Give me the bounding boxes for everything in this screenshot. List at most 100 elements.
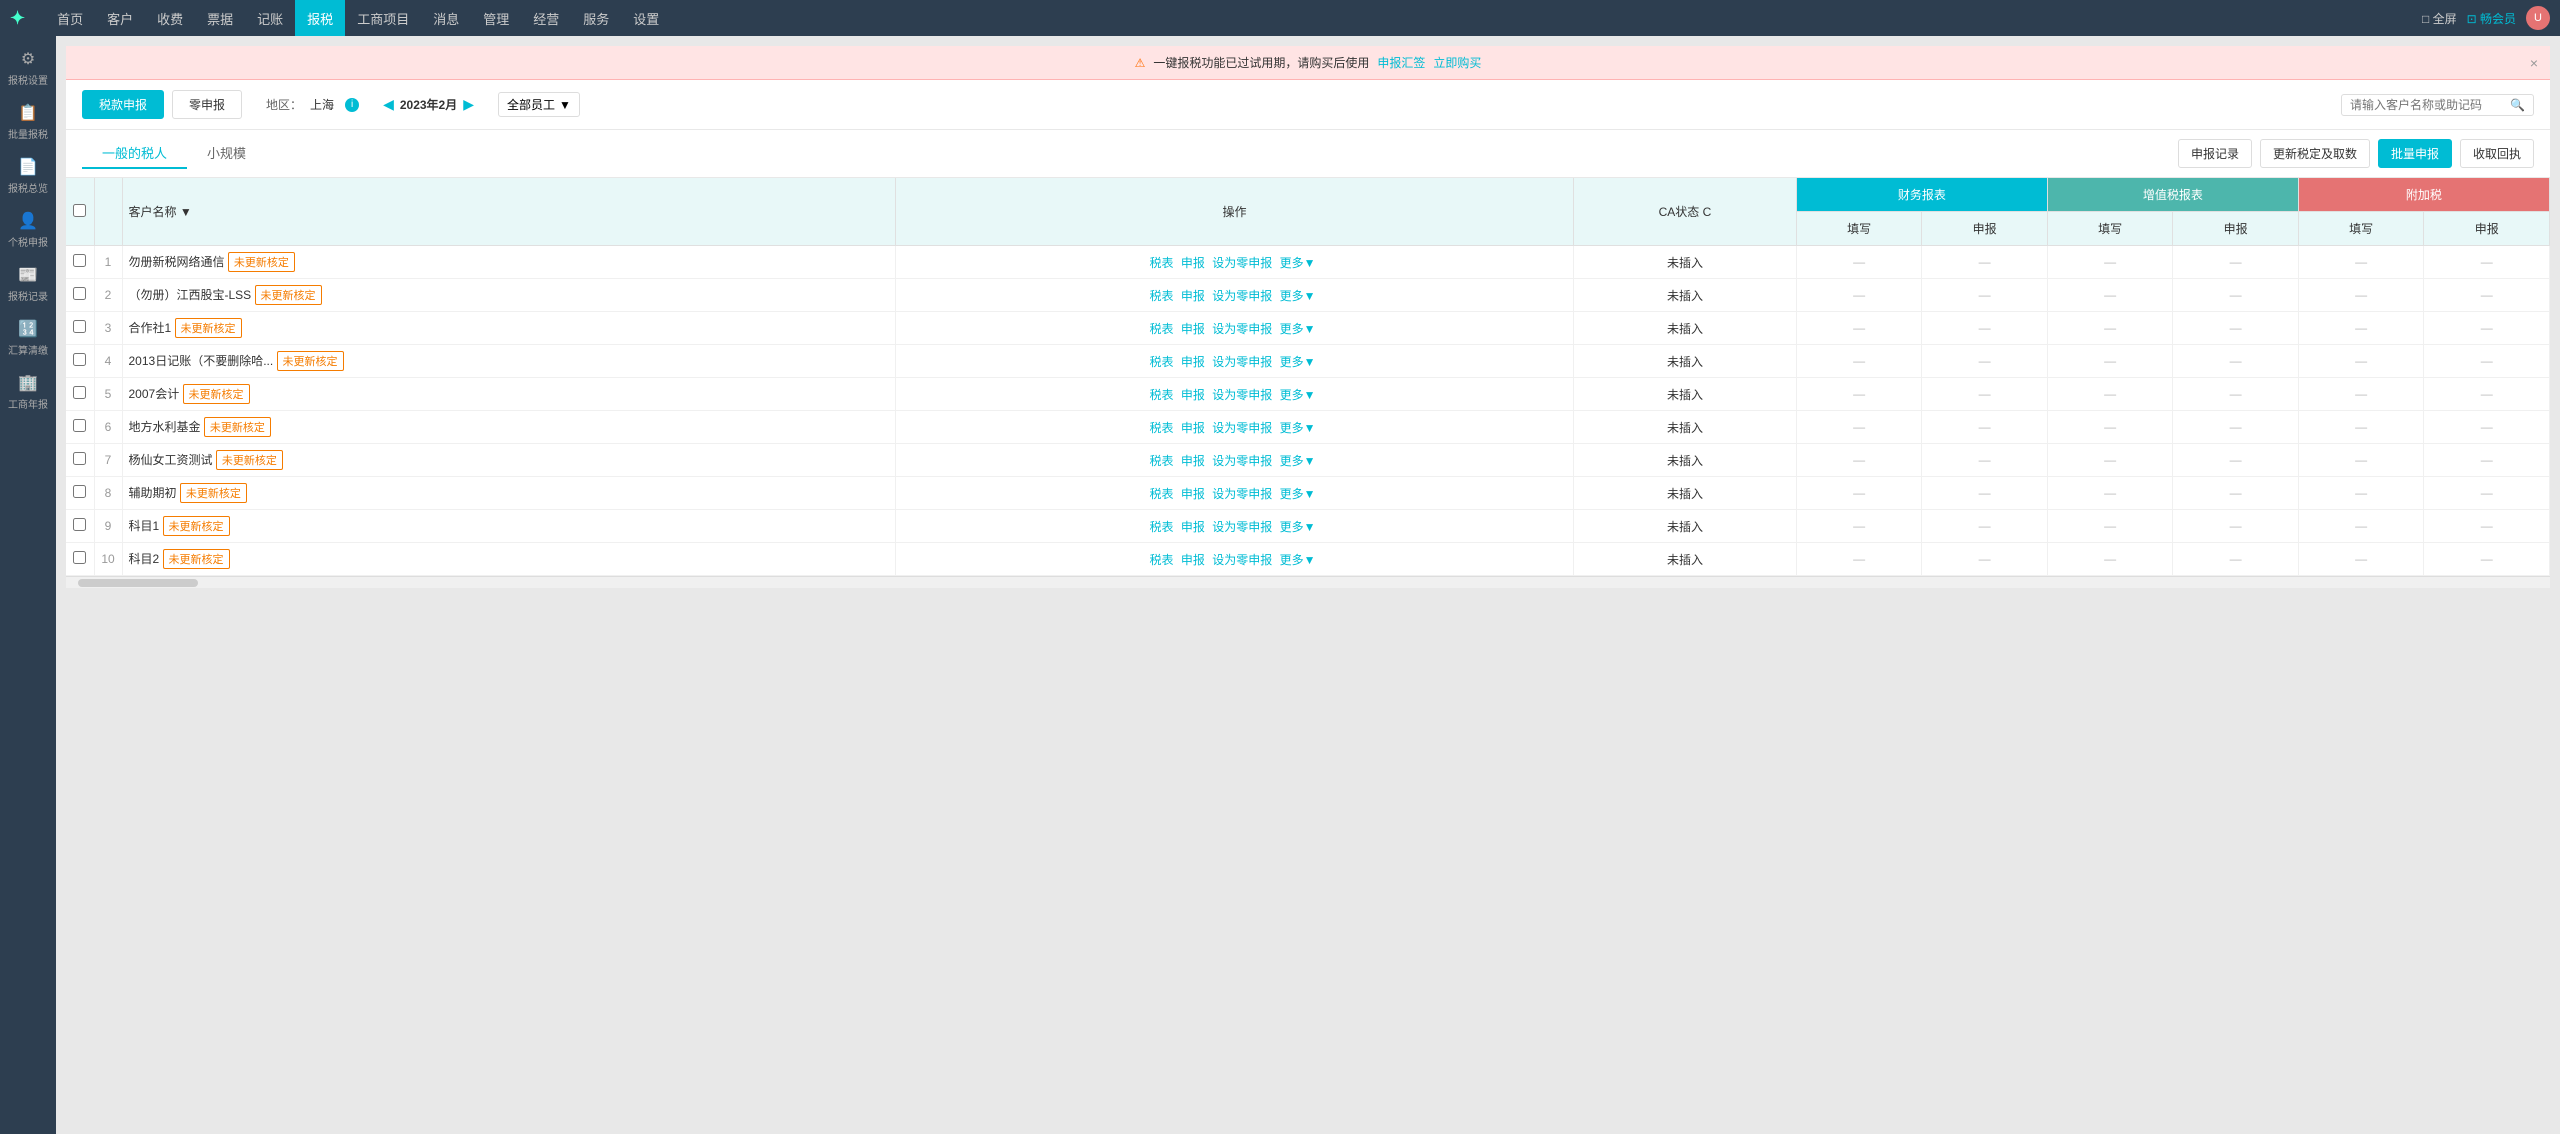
sidebar-item-batch-tax[interactable]: 📋 批量报税 [0, 95, 56, 149]
op-more[interactable]: 更多▼ [1280, 553, 1316, 567]
row-checkbox-9[interactable] [73, 551, 86, 564]
row-checkbox-6[interactable] [73, 452, 86, 465]
sidebar-item-tax-settings[interactable]: ⚙ 报税设置 [0, 41, 56, 95]
row-client-name: 科目1 未更新核定 [122, 510, 895, 543]
op-more[interactable]: 更多▼ [1280, 388, 1316, 402]
nav-bookkeeping[interactable]: 记账 [245, 0, 295, 36]
op-zero-declare[interactable]: 设为零申报 [1212, 454, 1272, 468]
op-zero-declare[interactable]: 设为零申报 [1212, 520, 1272, 534]
op-declare[interactable]: 申报 [1181, 256, 1205, 270]
op-more[interactable]: 更多▼ [1280, 289, 1316, 303]
tab-zero-declaration[interactable]: 零申报 [172, 90, 242, 119]
search-icon[interactable]: 🔍 [2510, 98, 2525, 112]
nav-operation[interactable]: 经营 [521, 0, 571, 36]
search-input[interactable] [2350, 98, 2510, 112]
person-icon: 👤 [18, 211, 38, 231]
avatar[interactable]: U [2526, 6, 2550, 30]
op-more[interactable]: 更多▼ [1280, 454, 1316, 468]
op-tax-table[interactable]: 税表 [1150, 487, 1174, 501]
row-checkbox-0[interactable] [73, 254, 86, 267]
op-declare[interactable]: 申报 [1181, 454, 1205, 468]
op-more[interactable]: 更多▼ [1280, 520, 1316, 534]
op-declare[interactable]: 申报 [1181, 487, 1205, 501]
btn-collect-receipt[interactable]: 收取回执 [2460, 139, 2534, 168]
row-checkbox-4[interactable] [73, 386, 86, 399]
tab-tax-declaration[interactable]: 税款申报 [82, 90, 164, 119]
btn-declaration-record[interactable]: 申报记录 [2178, 139, 2252, 168]
op-tax-table[interactable]: 税表 [1150, 421, 1174, 435]
op-declare[interactable]: 申报 [1181, 355, 1205, 369]
sidebar-item-settlement[interactable]: 🔢 汇算清缴 [0, 311, 56, 365]
date-prev-btn[interactable]: ◀ [383, 96, 394, 113]
info-icon[interactable]: i [345, 98, 359, 112]
nav-business[interactable]: 工商项目 [345, 0, 421, 36]
op-declare[interactable]: 申报 [1181, 553, 1205, 567]
op-declare[interactable]: 申报 [1181, 421, 1205, 435]
op-more[interactable]: 更多▼ [1280, 487, 1316, 501]
op-tax-table[interactable]: 税表 [1150, 520, 1174, 534]
select-all-checkbox[interactable] [73, 204, 86, 217]
row-added-tax-report: — [2424, 444, 2550, 477]
op-tax-table[interactable]: 税表 [1150, 388, 1174, 402]
op-declare[interactable]: 申报 [1181, 520, 1205, 534]
op-zero-declare[interactable]: 设为零申报 [1212, 355, 1272, 369]
op-zero-declare[interactable]: 设为零申报 [1212, 388, 1272, 402]
notice-link-report[interactable]: 申报汇签 [1377, 54, 1425, 71]
row-finance-fill: — [1796, 345, 1922, 378]
op-tax-table[interactable]: 税表 [1150, 322, 1174, 336]
row-ca-status: 未插入 [1574, 543, 1797, 576]
nav-invoice[interactable]: 票据 [195, 0, 245, 36]
op-zero-declare[interactable]: 设为零申报 [1212, 322, 1272, 336]
op-tax-table[interactable]: 税表 [1150, 454, 1174, 468]
row-tax-return-fill: — [2047, 411, 2173, 444]
region-value: 上海 [310, 96, 334, 113]
nav-client[interactable]: 客户 [95, 0, 145, 36]
op-declare[interactable]: 申报 [1181, 388, 1205, 402]
nav-service[interactable]: 服务 [571, 0, 621, 36]
op-zero-declare[interactable]: 设为零申报 [1212, 256, 1272, 270]
tab-small-scale[interactable]: 小规模 [187, 138, 266, 169]
nav-tax[interactable]: 报税 [295, 0, 345, 36]
sidebar-item-annual-report[interactable]: 🏢 工商年报 [0, 365, 56, 419]
row-checkbox-5[interactable] [73, 419, 86, 432]
member-btn[interactable]: ⊡ 畅会员 [2467, 10, 2516, 27]
row-checkbox-3[interactable] [73, 353, 86, 366]
nav-settings[interactable]: 设置 [621, 0, 671, 36]
row-ca-status: 未插入 [1574, 246, 1797, 279]
nav-message[interactable]: 消息 [421, 0, 471, 36]
op-tax-table[interactable]: 税表 [1150, 355, 1174, 369]
row-checkbox-2[interactable] [73, 320, 86, 333]
date-next-btn[interactable]: ▶ [463, 96, 474, 113]
staff-select[interactable]: 全部员工 ▼ [498, 92, 580, 117]
op-more[interactable]: 更多▼ [1280, 421, 1316, 435]
op-tax-table[interactable]: 税表 [1150, 553, 1174, 567]
op-declare[interactable]: 申报 [1181, 289, 1205, 303]
nav-fee[interactable]: 收费 [145, 0, 195, 36]
btn-batch-declare[interactable]: 批量申报 [2378, 139, 2452, 168]
row-checkbox-7[interactable] [73, 485, 86, 498]
row-operations: 税表 申报 设为零申报 更多▼ [895, 378, 1573, 411]
sidebar-item-personal-tax[interactable]: 👤 个税申报 [0, 203, 56, 257]
op-declare[interactable]: 申报 [1181, 322, 1205, 336]
fullscreen-btn[interactable]: □ 全屏 [2422, 10, 2457, 27]
op-tax-table[interactable]: 税表 [1150, 289, 1174, 303]
op-tax-table[interactable]: 税表 [1150, 256, 1174, 270]
row-checkbox-8[interactable] [73, 518, 86, 531]
op-zero-declare[interactable]: 设为零申报 [1212, 421, 1272, 435]
op-more[interactable]: 更多▼ [1280, 355, 1316, 369]
sidebar-item-tax-record[interactable]: 📰 报税记录 [0, 257, 56, 311]
sidebar-item-tax-overview[interactable]: 📄 报税总览 [0, 149, 56, 203]
op-zero-declare[interactable]: 设为零申报 [1212, 289, 1272, 303]
nav-home[interactable]: 首页 [45, 0, 95, 36]
op-more[interactable]: 更多▼ [1280, 322, 1316, 336]
th-ca-status: CA状态 C [1574, 178, 1797, 246]
row-checkbox-1[interactable] [73, 287, 86, 300]
notice-link-buy[interactable]: 立即购买 [1433, 54, 1481, 71]
btn-update-tax[interactable]: 更新税定及取数 [2260, 139, 2370, 168]
tab-general-taxpayer[interactable]: 一般的税人 [82, 138, 187, 169]
notice-close-btn[interactable]: × [2530, 55, 2538, 71]
op-zero-declare[interactable]: 设为零申报 [1212, 487, 1272, 501]
nav-manage[interactable]: 管理 [471, 0, 521, 36]
op-zero-declare[interactable]: 设为零申报 [1212, 553, 1272, 567]
op-more[interactable]: 更多▼ [1280, 256, 1316, 270]
